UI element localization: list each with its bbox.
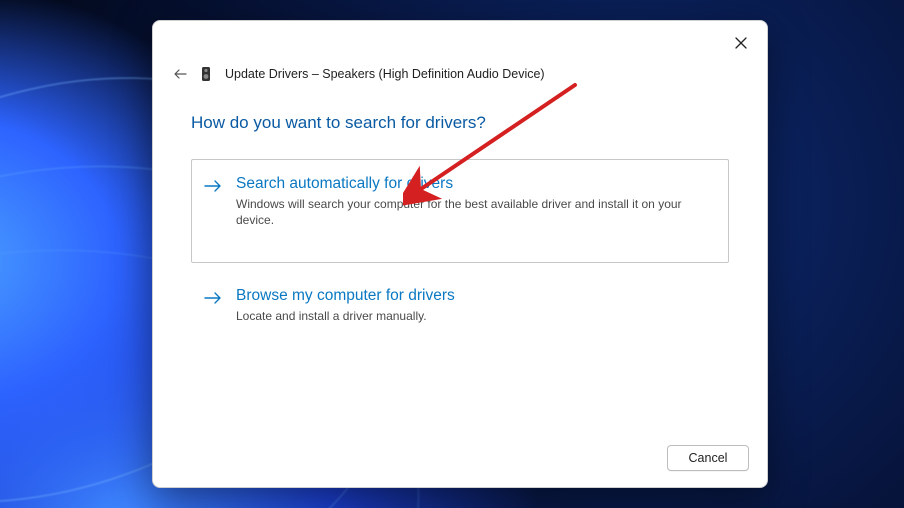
update-drivers-dialog: Update Drivers – Speakers (High Definiti… xyxy=(152,20,768,488)
option-search-automatically[interactable]: Search automatically for drivers Windows… xyxy=(191,159,729,263)
dialog-heading: How do you want to search for drivers? xyxy=(191,113,729,133)
close-icon xyxy=(735,36,747,54)
arrow-right-icon xyxy=(202,176,224,196)
dialog-footer: Cancel xyxy=(667,445,749,471)
option-description: Windows will search your computer for th… xyxy=(236,196,718,228)
desktop-background: Update Drivers – Speakers (High Definiti… xyxy=(0,0,904,508)
dialog-titlebar: Update Drivers – Speakers (High Definiti… xyxy=(173,65,747,83)
dialog-title: Update Drivers – Speakers (High Definiti… xyxy=(225,67,545,81)
option-body: Browse my computer for drivers Locate an… xyxy=(236,286,718,324)
cancel-button[interactable]: Cancel xyxy=(667,445,749,471)
dialog-content: How do you want to search for drivers? S… xyxy=(191,113,729,429)
close-button[interactable] xyxy=(731,35,751,55)
option-browse-computer[interactable]: Browse my computer for drivers Locate an… xyxy=(191,271,729,339)
back-arrow-icon xyxy=(173,67,187,81)
arrow-right-icon xyxy=(202,288,224,308)
back-button[interactable] xyxy=(173,67,187,81)
speaker-icon xyxy=(199,65,213,83)
option-title: Search automatically for drivers xyxy=(236,174,718,194)
option-description: Locate and install a driver manually. xyxy=(236,308,718,324)
option-title: Browse my computer for drivers xyxy=(236,286,718,306)
option-body: Search automatically for drivers Windows… xyxy=(236,174,718,228)
